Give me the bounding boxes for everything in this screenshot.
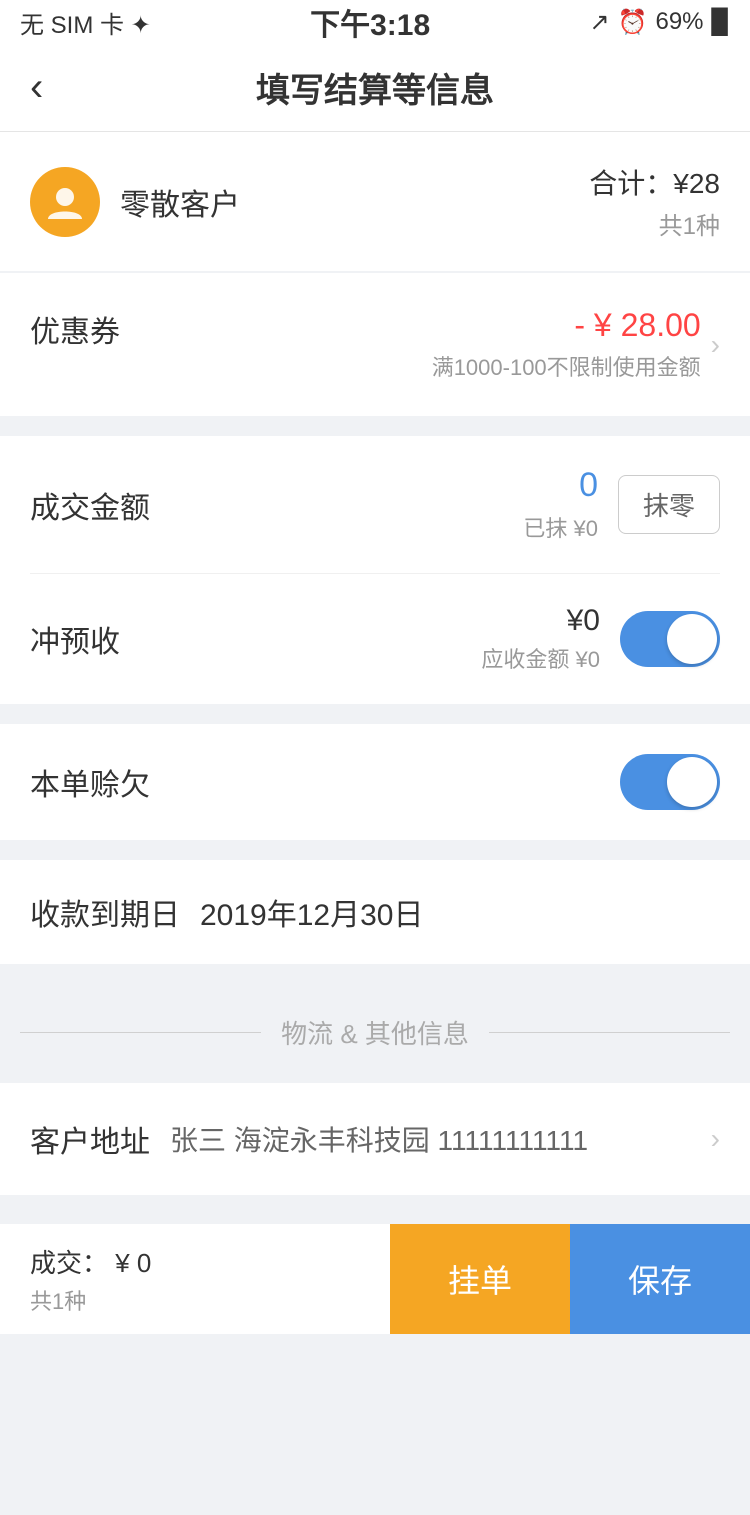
prepayment-label: 冲预收 [30,617,120,661]
bottom-transaction-value: ¥ 0 [115,1248,151,1278]
bottom-info: 成交： ¥ 0 共1种 [0,1243,390,1316]
transaction-amount-group: 已抹 ¥0 [518,466,598,543]
due-date-content: 收款到期日 2019年12月30日 [30,890,720,934]
prepayment-receivable: 应收金额 ¥0 [481,642,600,674]
prepayment-toggle[interactable] [620,611,720,667]
coupon-amount: - ¥ 28.00 [432,307,701,344]
bottom-bar: 成交： ¥ 0 共1种 挂单 保存 [0,1224,750,1334]
battery-text: 69% [655,8,703,36]
logistics-line-left [20,1032,261,1033]
coupon-desc: 满1000-100不限制使用金额 [432,350,701,382]
bottom-transaction-label: 成交： [30,1248,108,1278]
due-date-label: 收款到期日 [30,890,180,934]
address-chevron-icon: › [711,1123,720,1155]
transaction-amount-right: 已抹 ¥0 抹零 [518,466,720,543]
status-right: ↗ ⏰ 69% ▉ [589,8,730,37]
prepayment-amount: ¥0 [481,604,600,638]
chevron-right-icon: › [711,329,720,361]
prepayment-row: 冲预收 ¥0 应收金额 ¥0 [30,574,720,704]
customer-total-info: 合计：¥28 共1种 [589,162,720,241]
customer-name: 零散客户 [120,180,240,224]
address-value: 张三 海淀永丰科技园 11111111111 [170,1119,711,1159]
address-section[interactable]: 客户地址 张三 海淀永丰科技园 11111111111 › [0,1083,750,1195]
due-date-section: 收款到期日 2019年12月30日 [0,860,750,964]
bottom-transaction: 成交： ¥ 0 [30,1243,360,1280]
coupon-section[interactable]: 优惠券 - ¥ 28.00 满1000-100不限制使用金额 › [0,273,750,416]
prepayment-amount-group: ¥0 应收金额 ¥0 [481,604,600,674]
status-left: 无 SIM 卡 ✦ [20,5,151,40]
customer-info: 零散客户 [30,167,240,237]
transaction-amount-label: 成交金额 [30,483,150,527]
coupon-right: - ¥ 28.00 满1000-100不限制使用金额 › [432,307,720,382]
transaction-amount-row: 成交金额 已抹 ¥0 抹零 [30,436,720,574]
no-sim-text: 无 SIM 卡 ✦ [20,5,151,40]
round-zero-button[interactable]: 抹零 [618,475,720,534]
coupon-detail: - ¥ 28.00 满1000-100不限制使用金额 [432,307,701,382]
debt-label: 本单赊欠 [30,760,150,804]
back-button[interactable]: ‹ [30,65,43,110]
customer-total: 合计：¥28 [589,162,720,202]
transaction-amount-input[interactable] [518,466,598,505]
hang-button[interactable]: 挂单 [390,1224,570,1334]
status-time: 下午3:18 [310,0,430,44]
logistics-label: 物流 & 其他信息 [281,1014,469,1051]
transaction-section: 成交金额 已抹 ¥0 抹零 冲预收 ¥0 应收金额 ¥0 [0,436,750,704]
coupon-label: 优惠券 [30,307,120,351]
avatar-icon [44,181,86,223]
status-bar: 无 SIM 卡 ✦ 下午3:18 ↗ ⏰ 69% ▉ [0,0,750,44]
logistics-section: 物流 & 其他信息 [0,984,750,1081]
nav-bar: ‹ 填写结算等信息 [0,44,750,132]
battery-icon: ▉ [712,8,730,37]
bottom-count: 共1种 [30,1284,360,1316]
logistics-line-right [489,1032,730,1033]
address-label: 客户地址 [30,1117,150,1161]
debt-section: 本单赊欠 [0,724,750,840]
avatar [30,167,100,237]
transaction-already-rounded: 已抹 ¥0 [518,511,598,543]
prepayment-right: ¥0 应收金额 ¥0 [481,604,720,674]
customer-section: 零散客户 合计：¥28 共1种 [0,132,750,271]
debt-toggle[interactable] [620,754,720,810]
due-date-value: 2019年12月30日 [200,890,423,934]
location-icon: ↗ [589,8,609,37]
save-button[interactable]: 保存 [570,1224,750,1334]
customer-count: 共1种 [589,206,720,241]
alarm-icon: ⏰ [618,8,648,37]
page-title: 填写结算等信息 [256,63,494,112]
